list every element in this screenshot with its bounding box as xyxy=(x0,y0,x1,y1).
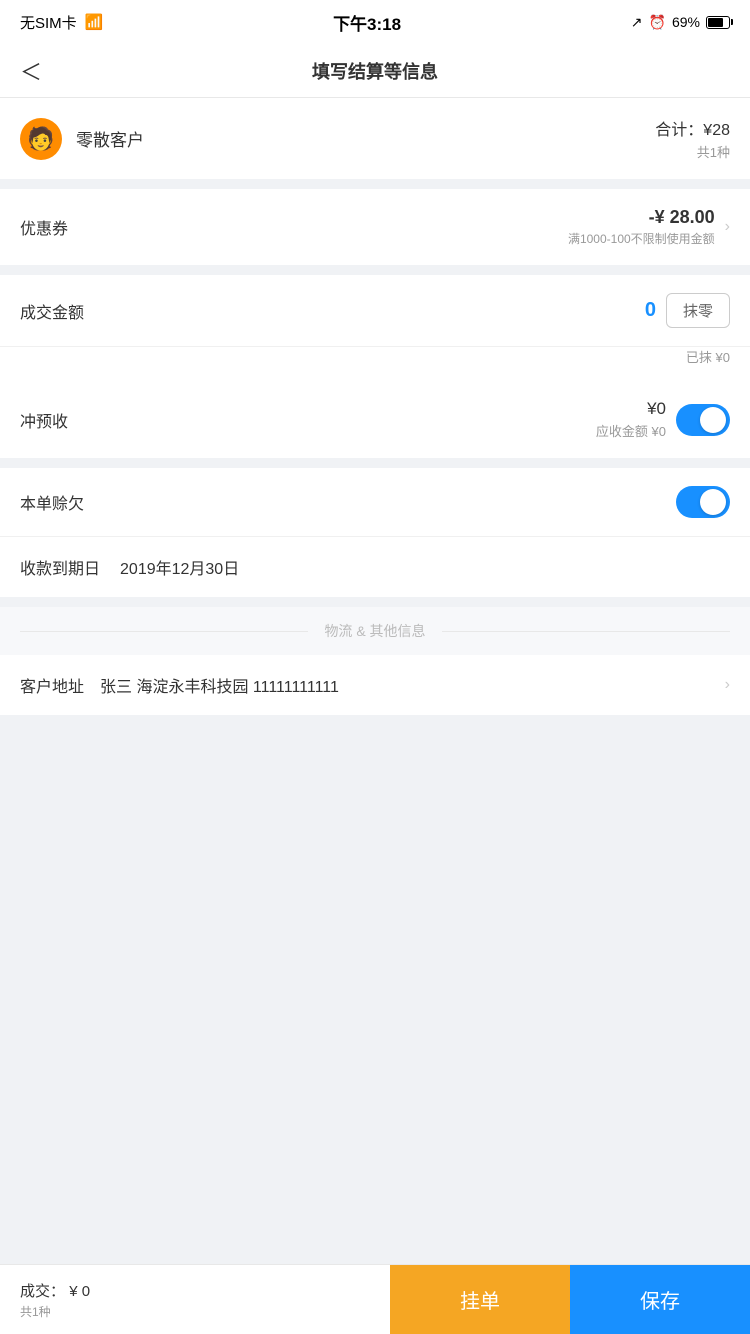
alarm-icon: ⏰ xyxy=(649,14,666,31)
hang-button[interactable]: 挂单 xyxy=(390,1265,570,1334)
due-date-value: 2019年12月30日 xyxy=(120,555,239,579)
transaction-sub: 已抹 ¥0 xyxy=(686,350,730,365)
address-value: 张三 海淀永丰科技园 11111111111 xyxy=(100,673,709,697)
toggle-knob xyxy=(700,407,726,433)
total-count: 共1种 xyxy=(655,142,730,161)
back-button[interactable]: ＜ xyxy=(20,55,42,87)
transaction-row: 成交金额 0 抹零 xyxy=(0,275,750,347)
due-date-row: 收款到期日 2019年12月30日 xyxy=(0,536,750,597)
charge-label: 冲预收 xyxy=(20,408,68,432)
save-button[interactable]: 保存 xyxy=(570,1265,750,1334)
address-label: 客户地址 xyxy=(20,673,84,697)
transaction-section: 成交金额 0 抹零 已抹 ¥0 冲预收 ¥0 应收金额 ¥0 xyxy=(0,275,750,458)
total-amount: 合计：¥28 xyxy=(655,116,730,140)
charge-amount: ¥0 xyxy=(596,399,666,419)
logistics-section: 物流 & 其他信息 xyxy=(0,607,750,655)
transaction-label: 成交金额 xyxy=(20,299,84,323)
location-icon: ↗ xyxy=(631,14,643,31)
charge-sub: 应收金额 ¥0 xyxy=(596,421,666,440)
logistics-header: 物流 & 其他信息 xyxy=(0,607,750,655)
nav-bar: ＜ 填写结算等信息 xyxy=(0,44,750,98)
transaction-value: 0 xyxy=(645,299,656,322)
bottom-count: 共1种 xyxy=(20,1303,370,1320)
due-date-label: 收款到期日 xyxy=(20,555,100,579)
save-label: 保存 xyxy=(640,1285,680,1314)
bottom-bar: 成交： ¥ 0 共1种 挂单 保存 xyxy=(0,1264,750,1334)
address-chevron-icon: › xyxy=(725,676,730,694)
status-time: 下午3:18 xyxy=(333,10,401,35)
coupon-description: 满1000-100不限制使用金额 xyxy=(568,230,715,247)
bottom-deal-row: 成交： ¥ 0 xyxy=(20,1280,370,1301)
address-row[interactable]: 客户地址 张三 海淀永丰科技园 11111111111 › xyxy=(0,655,750,715)
customer-card: 🧑 零散客户 合计：¥28 共1种 xyxy=(0,98,750,179)
debt-label: 本单赊欠 xyxy=(20,490,84,514)
charge-row: 冲预收 ¥0 应收金额 ¥0 xyxy=(0,381,750,458)
status-bar: 无SIM卡 📶 下午3:18 ↗ ⏰ 69% xyxy=(0,0,750,44)
logistics-label: 物流 & 其他信息 xyxy=(308,621,441,641)
customer-row: 🧑 零散客户 合计：¥28 共1种 xyxy=(0,98,750,179)
round-button[interactable]: 抹零 xyxy=(666,293,730,328)
charge-toggle[interactable] xyxy=(676,404,730,436)
debt-toggle[interactable] xyxy=(676,486,730,518)
hang-label: 挂单 xyxy=(460,1285,500,1314)
battery-icon xyxy=(706,16,730,29)
debt-toggle-knob xyxy=(700,489,726,515)
customer-name: 零散客户 xyxy=(76,126,144,151)
customer-avatar: 🧑 xyxy=(20,118,62,160)
debt-row: 本单赊欠 xyxy=(0,468,750,536)
coupon-row[interactable]: 优惠券 -¥ 28.00 满1000-100不限制使用金额 › xyxy=(0,189,750,265)
bottom-info: 成交： ¥ 0 共1种 xyxy=(0,1280,390,1320)
battery-percent: 69% xyxy=(672,14,700,30)
deal-label: 成交： xyxy=(20,1283,65,1300)
debt-section: 本单赊欠 收款到期日 2019年12月30日 xyxy=(0,468,750,597)
coupon-label: 优惠券 xyxy=(20,215,68,239)
deal-value: ¥ 0 xyxy=(69,1283,90,1300)
avatar-icon: 🧑 xyxy=(27,126,54,152)
page-title: 填写结算等信息 xyxy=(312,58,438,84)
main-content: 🧑 零散客户 合计：¥28 共1种 优惠券 -¥ 28.00 满1000-100… xyxy=(0,98,750,1005)
coupon-card[interactable]: 优惠券 -¥ 28.00 满1000-100不限制使用金额 › xyxy=(0,189,750,265)
coupon-discount: -¥ 28.00 xyxy=(568,207,715,228)
wifi-icon: 📶 xyxy=(85,13,104,31)
address-card[interactable]: 客户地址 张三 海淀永丰科技园 11111111111 › xyxy=(0,655,750,715)
empty-area xyxy=(0,725,750,925)
network-label: 无SIM卡 xyxy=(20,12,77,33)
coupon-chevron-icon: › xyxy=(725,218,730,236)
